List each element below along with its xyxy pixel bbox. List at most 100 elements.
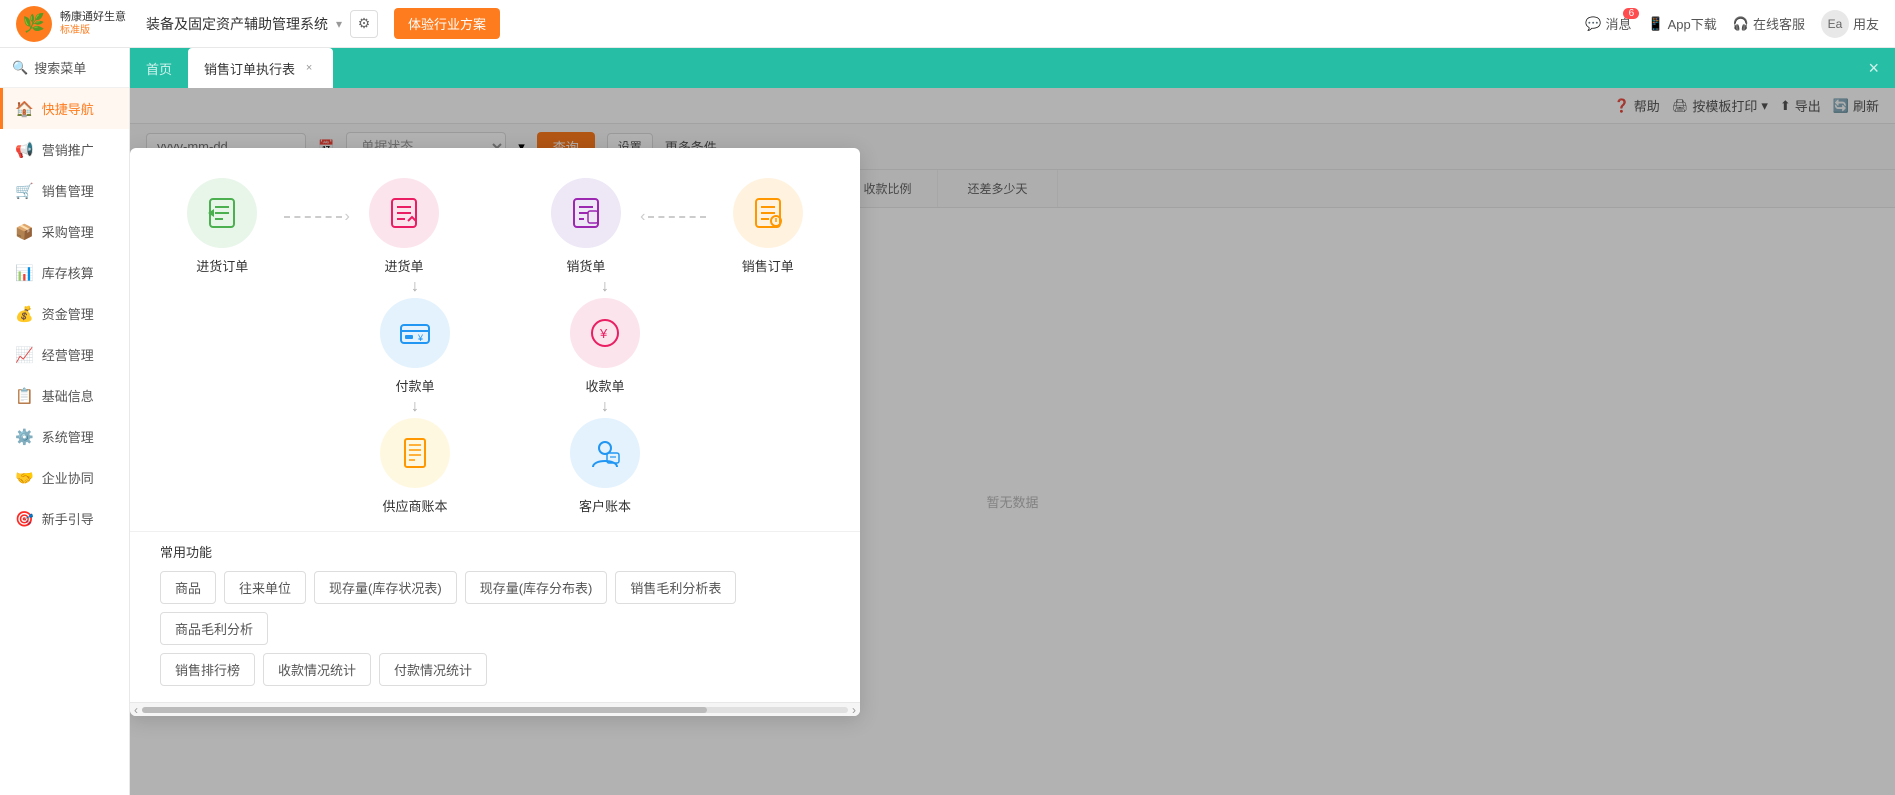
- tab-close-btn[interactable]: ×: [301, 60, 317, 76]
- sidebar-item-label: 资金管理: [42, 304, 94, 323]
- operation-icon: 📈: [15, 346, 34, 364]
- logo-area: 🌿 畅康通好生意 标准版: [16, 6, 146, 42]
- window-close-btn[interactable]: ×: [1860, 58, 1887, 79]
- marketing-icon: 📢: [15, 141, 34, 159]
- sidebar-item-marketing[interactable]: 📢 营销推广: [0, 129, 129, 170]
- content-area: 首页 销售订单执行表 × × ❓ 帮助 🖨 按模板打印 ▾: [130, 48, 1895, 795]
- flow-label-supplier-ledger: 供应商账本: [382, 496, 447, 515]
- flow-circle-purchase-bill: [369, 178, 439, 248]
- svg-text:¥: ¥: [599, 326, 608, 341]
- sales-icon: 🛒: [15, 182, 34, 200]
- flow-circle-sales-bill: [551, 178, 621, 248]
- message-btn[interactable]: 💬 消息 6: [1585, 14, 1631, 33]
- common-btn-payment-stats[interactable]: 付款情况统计: [379, 653, 487, 686]
- flow-circle-payment-bill: ¥: [380, 298, 450, 368]
- basic-info-icon: 📋: [15, 387, 34, 405]
- system-title: 装备及固定资产辅助管理系统: [146, 14, 328, 34]
- sidebar-item-system[interactable]: ⚙️ 系统管理: [0, 416, 129, 457]
- cooperation-icon: 🤝: [15, 469, 34, 487]
- flow-node-purchase-order[interactable]: 进货订单: [160, 178, 284, 275]
- scrollbar-thumb: [142, 707, 707, 713]
- flow-diagram-area: 进货订单 ›: [130, 148, 860, 531]
- app-download-btn[interactable]: 📱 App下载: [1647, 14, 1716, 33]
- popup-overlay[interactable]: 进货订单 ›: [130, 88, 1895, 795]
- flow-label-purchase-order: 进货订单: [196, 256, 248, 275]
- popup: 进货订单 ›: [130, 148, 860, 716]
- header-right: 💬 消息 6 📱 App下载 🎧 在线客服 Ea 用友: [1585, 10, 1879, 38]
- arrow-down-purchase-bill: ↓: [411, 277, 419, 296]
- common-btn-sales-gross-analysis[interactable]: 销售毛利分析表: [615, 571, 736, 604]
- sidebar-item-operation[interactable]: 📈 经营管理: [0, 334, 129, 375]
- sidebar-item-basic-info[interactable]: 📋 基础信息: [0, 375, 129, 416]
- svg-text:¥: ¥: [417, 333, 424, 343]
- sidebar-item-label: 系统管理: [42, 427, 94, 446]
- flow-label-sales-bill: 销货单: [566, 256, 605, 275]
- arrow-down-payment: ↓: [411, 397, 419, 416]
- arrow-down-sales-bill: ↓: [601, 277, 609, 296]
- common-btn-product[interactable]: 商品: [160, 571, 216, 604]
- system-dropdown-arrow[interactable]: ▾: [336, 17, 342, 31]
- scrollbar-track[interactable]: [142, 707, 848, 713]
- sales-order-tab-label: 销售订单执行表: [204, 59, 295, 78]
- sidebar-item-cooperation[interactable]: 🤝 企业协同: [0, 457, 129, 498]
- flow-node-sales-bill[interactable]: 销货单: [524, 178, 648, 275]
- inventory-icon: 📊: [15, 264, 34, 282]
- page-content: ❓ 帮助 🖨 按模板打印 ▾ ⬆ 导出 🔄 刷新: [130, 88, 1895, 795]
- common-btn-receipt-stats[interactable]: 收款情况统计: [263, 653, 371, 686]
- home-tab-label: 首页: [146, 59, 172, 78]
- flow-circle-supplier-ledger: [380, 418, 450, 488]
- online-service-btn[interactable]: 🎧 在线客服: [1733, 14, 1805, 33]
- flow-label-payment-bill: 付款单: [395, 376, 434, 395]
- flow-node-customer-ledger[interactable]: 客户账本: [540, 418, 670, 515]
- flow-node-purchase-bill[interactable]: 进货单: [342, 178, 466, 275]
- flow-circle-receipt-bill: ¥: [570, 298, 640, 368]
- top-header: 🌿 畅康通好生意 标准版 装备及固定资产辅助管理系统 ▾ ⚙ 体验行业方案 💬 …: [0, 0, 1895, 48]
- flow-node-payment-bill[interactable]: ¥ 付款单: [350, 298, 480, 395]
- sidebar-item-label: 经营管理: [42, 345, 94, 364]
- sidebar-item-label: 营销推广: [42, 140, 94, 159]
- common-functions-section: 常用功能 商品 往来单位 现存量(库存状况表) 现存量(库存分布表) 销售毛利分…: [130, 531, 860, 702]
- sidebar-item-finance[interactable]: 💰 资金管理: [0, 293, 129, 334]
- common-buttons-row1: 商品 往来单位 现存量(库存状况表) 现存量(库存分布表) 销售毛利分析表 商品…: [160, 571, 830, 645]
- flow-label-customer-ledger: 客户账本: [579, 496, 631, 515]
- search-icon: 🔍: [12, 60, 28, 76]
- logo-text: 畅康通好生意 标准版: [60, 10, 126, 37]
- sidebar-item-inventory[interactable]: 📊 库存核算: [0, 252, 129, 293]
- sidebar-item-label: 基础信息: [42, 386, 94, 405]
- flow-label-sales-order: 销售订单: [742, 256, 794, 275]
- common-btn-partner[interactable]: 往来单位: [224, 571, 306, 604]
- common-btn-product-gross-analysis[interactable]: 商品毛利分析: [160, 612, 268, 645]
- flow-circle-sales-order: [733, 178, 803, 248]
- finance-icon: 💰: [15, 305, 34, 323]
- sidebar-item-quick-nav[interactable]: 🏠 快捷导航: [0, 88, 129, 129]
- message-icon: 💬: [1585, 16, 1601, 32]
- experience-btn[interactable]: 体验行业方案: [394, 8, 500, 39]
- sidebar-item-label: 库存核算: [42, 263, 94, 282]
- gear-button[interactable]: ⚙: [350, 10, 378, 38]
- common-btn-sales-ranking[interactable]: 销售排行榜: [160, 653, 255, 686]
- message-badge: 6: [1623, 8, 1639, 19]
- search-menu[interactable]: 🔍 搜索菜单: [0, 48, 129, 88]
- common-btn-stock-status[interactable]: 现存量(库存状况表): [314, 571, 457, 604]
- tab-home[interactable]: 首页: [130, 48, 188, 88]
- logo-icon: 🌿: [16, 6, 52, 42]
- common-btn-stock-distribution[interactable]: 现存量(库存分布表): [465, 571, 608, 604]
- purchase-icon: 📦: [15, 223, 34, 241]
- flow-node-sales-order[interactable]: 销售订单: [706, 178, 830, 275]
- flow-node-receipt-bill[interactable]: ¥ 收款单: [540, 298, 670, 395]
- sidebar-item-label: 销售管理: [42, 181, 94, 200]
- flow-circle-customer-ledger: [570, 418, 640, 488]
- headset-icon: 🎧: [1733, 16, 1749, 32]
- scroll-right-btn[interactable]: ›: [852, 703, 856, 717]
- tab-sales-order[interactable]: 销售订单执行表 ×: [188, 48, 333, 88]
- sidebar-item-guide[interactable]: 🎯 新手引导: [0, 498, 129, 539]
- sidebar-item-purchase[interactable]: 📦 采购管理: [0, 211, 129, 252]
- popup-scrollbar[interactable]: ‹ ›: [130, 702, 860, 716]
- sidebar: 🔍 搜索菜单 🏠 快捷导航 📢 营销推广 🛒 销售管理 📦 采购管理 📊 库存核…: [0, 48, 130, 795]
- user-menu[interactable]: Ea 用友: [1821, 10, 1879, 38]
- system-icon: ⚙️: [15, 428, 34, 446]
- scroll-left-btn[interactable]: ‹: [134, 703, 138, 717]
- sidebar-item-sales[interactable]: 🛒 销售管理: [0, 170, 129, 211]
- avatar: Ea: [1821, 10, 1849, 38]
- flow-node-supplier-ledger[interactable]: 供应商账本: [350, 418, 480, 515]
